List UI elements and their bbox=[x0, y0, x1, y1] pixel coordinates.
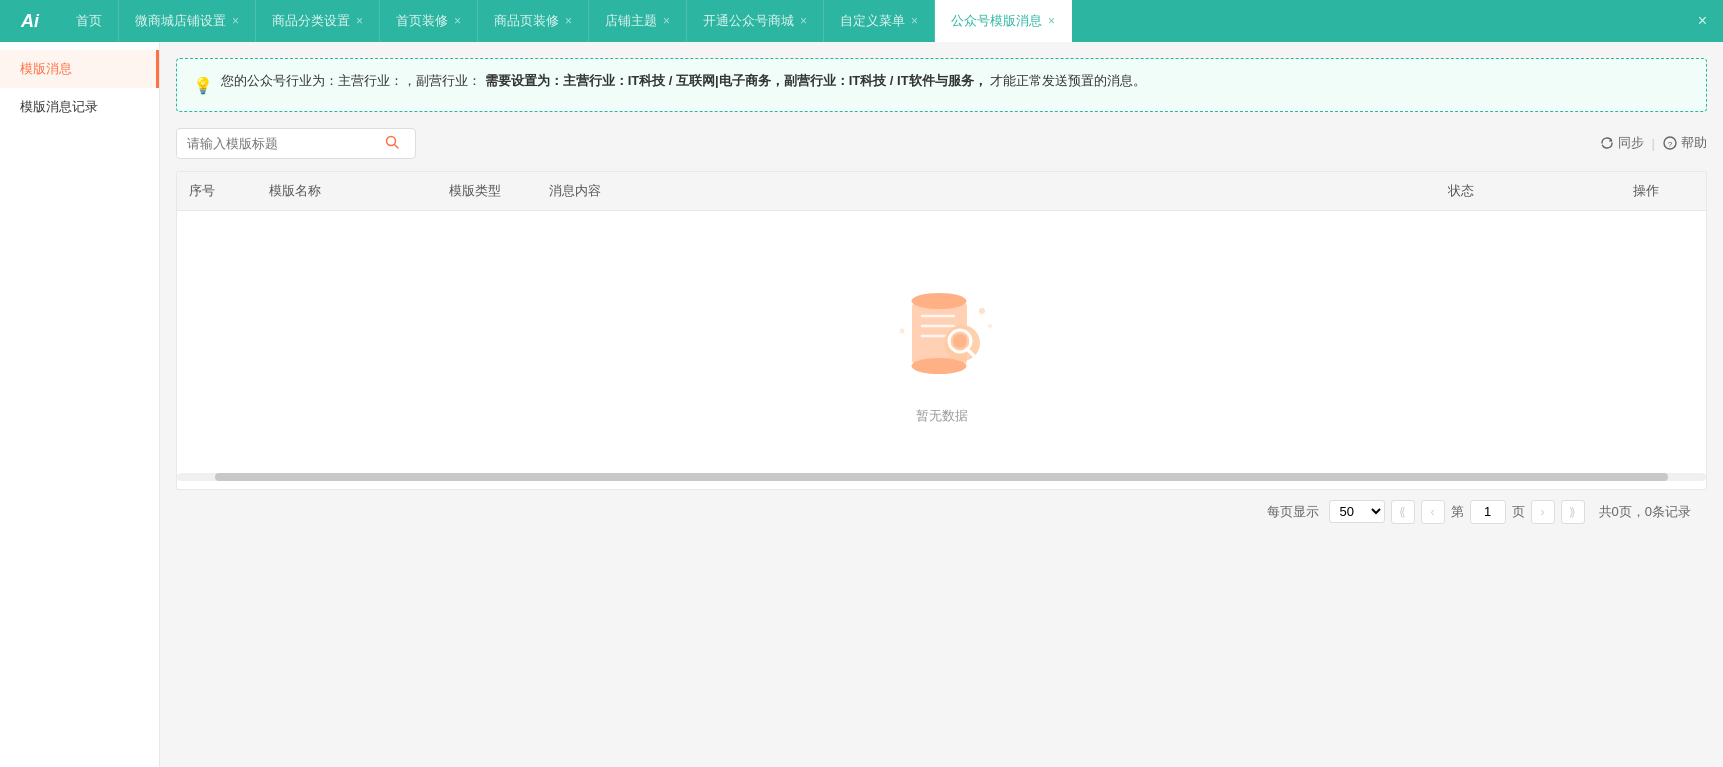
empty-illustration bbox=[882, 271, 1002, 391]
tab-product-deco[interactable]: 商品页装修 × bbox=[478, 0, 589, 42]
main-layout: 模版消息 模版消息记录 💡 您的公众号行业为：主营行业：，副营行业： 需要设置为… bbox=[0, 42, 1723, 767]
scroll-thumb[interactable] bbox=[215, 473, 1668, 481]
table-header: 序号 模版名称 模版类型 消息内容 状态 操作 bbox=[177, 172, 1706, 211]
page-suffix: 页 bbox=[1512, 503, 1525, 521]
close-tab-template-msg[interactable]: × bbox=[1048, 14, 1055, 28]
page-total: 共0页，0条记录 bbox=[1599, 503, 1691, 521]
svg-point-17 bbox=[899, 328, 904, 333]
first-page-button[interactable]: ⟪ bbox=[1391, 500, 1415, 524]
th-name: 模版名称 bbox=[257, 172, 437, 210]
search-button[interactable] bbox=[377, 129, 407, 158]
tab-open-mall[interactable]: 开通公众号商城 × bbox=[687, 0, 824, 42]
logo-text: Ai bbox=[21, 11, 39, 32]
th-content: 消息内容 bbox=[537, 172, 1436, 210]
close-tab-home-deco[interactable]: × bbox=[454, 14, 461, 28]
close-tab-product-cat[interactable]: × bbox=[356, 14, 363, 28]
svg-point-6 bbox=[911, 293, 966, 309]
notice-icon: 💡 bbox=[193, 73, 213, 99]
pagination: 每页显示 50 10 20 100 ⟪ ‹ 第 页 › ⟫ 共0页，0条记录 bbox=[176, 490, 1707, 534]
close-all-button[interactable]: × bbox=[1682, 12, 1723, 30]
tab-home[interactable]: 首页 bbox=[60, 0, 119, 42]
sidebar: 模版消息 模版消息记录 bbox=[0, 42, 160, 767]
sidebar-item-template-message[interactable]: 模版消息 bbox=[0, 50, 159, 88]
tab-template-msg[interactable]: 公众号模版消息 × bbox=[935, 0, 1072, 42]
page-input[interactable] bbox=[1470, 500, 1506, 524]
page-label: 第 bbox=[1451, 503, 1464, 521]
close-tab-open-mall[interactable]: × bbox=[800, 14, 807, 28]
svg-text:?: ? bbox=[1668, 140, 1673, 149]
horizontal-scrollbar[interactable] bbox=[177, 473, 1706, 481]
search-bar: 同步 | ? 帮助 bbox=[176, 128, 1707, 159]
th-seq: 序号 bbox=[177, 172, 257, 210]
close-tab-product-deco[interactable]: × bbox=[565, 14, 572, 28]
svg-point-16 bbox=[988, 324, 992, 328]
table-wrapper: 序号 模版名称 模版类型 消息内容 状态 操作 bbox=[176, 171, 1707, 490]
content-area: 💡 您的公众号行业为：主营行业：，副营行业： 需要设置为：主营行业：IT科技 /… bbox=[160, 42, 1723, 767]
tab-custom-menu[interactable]: 自定义菜单 × bbox=[824, 0, 935, 42]
th-status: 状态 bbox=[1436, 172, 1586, 210]
prev-page-button[interactable]: ‹ bbox=[1421, 500, 1445, 524]
toolbar-right: 同步 | ? 帮助 bbox=[1600, 134, 1707, 152]
tab-product-cat[interactable]: 商品分类设置 × bbox=[256, 0, 380, 42]
sync-icon bbox=[1600, 136, 1614, 150]
tab-bar: Ai 首页 微商城店铺设置 × 商品分类设置 × 首页装修 × 商品页装修 × … bbox=[0, 0, 1723, 42]
empty-text: 暂无数据 bbox=[916, 407, 968, 425]
th-type: 模版类型 bbox=[437, 172, 537, 210]
svg-line-1 bbox=[395, 144, 399, 148]
close-tab-shop-theme[interactable]: × bbox=[663, 14, 670, 28]
page-size-select[interactable]: 50 10 20 100 bbox=[1329, 500, 1385, 523]
close-tab-custom-menu[interactable]: × bbox=[911, 14, 918, 28]
close-tab-wechat-shop[interactable]: × bbox=[232, 14, 239, 28]
next-page-button[interactable]: › bbox=[1531, 500, 1555, 524]
notice-box: 💡 您的公众号行业为：主营行业：，副营行业： 需要设置为：主营行业：IT科技 /… bbox=[176, 58, 1707, 112]
tab-shop-theme[interactable]: 店铺主题 × bbox=[589, 0, 687, 42]
sync-button[interactable]: 同步 bbox=[1600, 134, 1644, 152]
search-input-wrapper bbox=[176, 128, 416, 159]
sidebar-item-template-record[interactable]: 模版消息记录 bbox=[0, 88, 159, 126]
search-icon bbox=[385, 135, 399, 149]
tab-home-deco[interactable]: 首页装修 × bbox=[380, 0, 478, 42]
page-size-label: 每页显示 bbox=[1267, 503, 1319, 521]
search-input[interactable] bbox=[177, 130, 377, 157]
svg-point-15 bbox=[979, 308, 985, 314]
help-button[interactable]: ? 帮助 bbox=[1663, 134, 1707, 152]
svg-point-14 bbox=[953, 334, 967, 348]
notice-content: 您的公众号行业为：主营行业：，副营行业： 需要设置为：主营行业：IT科技 / 互… bbox=[221, 71, 1146, 92]
empty-state: 暂无数据 bbox=[177, 211, 1706, 465]
tab-wechat-shop[interactable]: 微商城店铺设置 × bbox=[119, 0, 256, 42]
th-op: 操作 bbox=[1586, 172, 1706, 210]
last-page-button[interactable]: ⟫ bbox=[1561, 500, 1585, 524]
help-icon: ? bbox=[1663, 136, 1677, 150]
toolbar-divider: | bbox=[1652, 136, 1655, 151]
logo: Ai bbox=[0, 0, 60, 42]
